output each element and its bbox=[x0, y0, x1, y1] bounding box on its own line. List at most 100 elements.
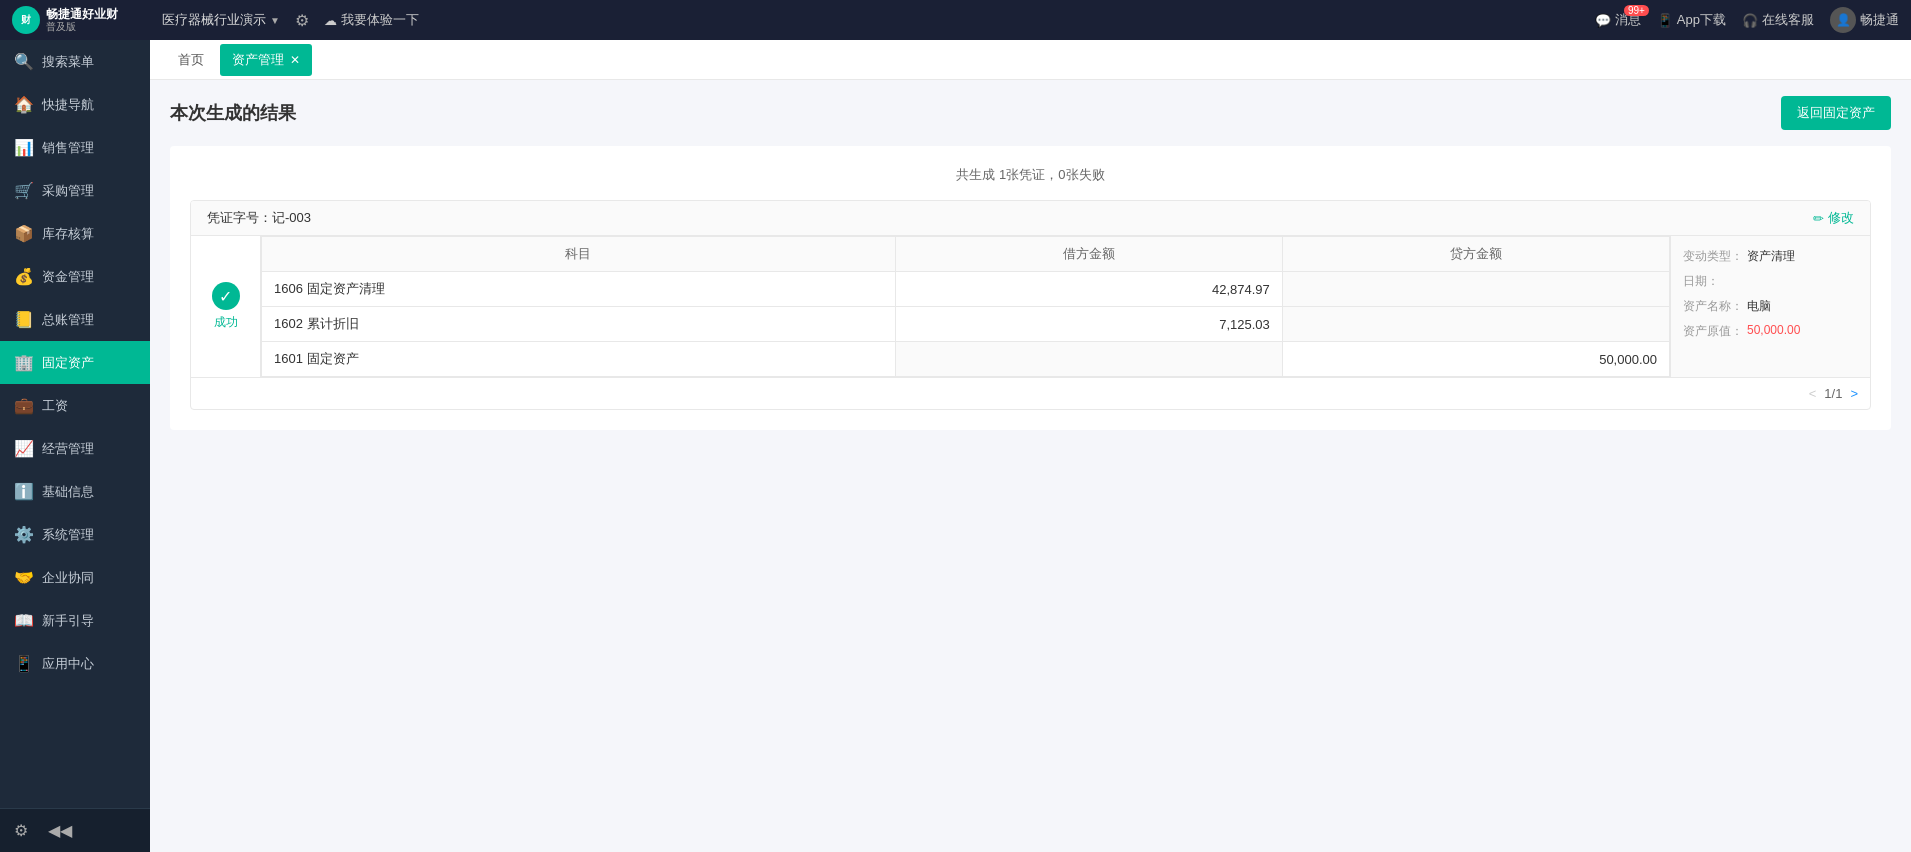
sidebar-label-purchase: 采购管理 bbox=[42, 182, 94, 200]
credit-1 bbox=[1282, 272, 1669, 307]
sidebar-label-quicknav: 快捷导航 bbox=[42, 96, 94, 114]
success-icon: ✓ bbox=[212, 282, 240, 310]
sidebar-item-search[interactable]: 🔍 搜索菜单 bbox=[0, 40, 150, 83]
header-right: 💬 消息 99+ 📱 App下载 🎧 在线客服 👤 畅捷通 bbox=[1595, 7, 1899, 33]
rp-original-value: 资产原值： 50,000.00 bbox=[1683, 323, 1858, 340]
rp-asset-name-value: 电脑 bbox=[1747, 298, 1771, 315]
sidebar-label-sales: 销售管理 bbox=[42, 139, 94, 157]
rp-asset-name-label: 资产名称： bbox=[1683, 298, 1743, 315]
search-icon: 🔍 bbox=[14, 52, 34, 71]
table-row: 1602 累计折旧 7,125.03 bbox=[262, 307, 1670, 342]
sidebar-item-guide[interactable]: 📖 新手引导 bbox=[0, 599, 150, 642]
sidebar-item-purchase[interactable]: 🛒 采购管理 bbox=[0, 169, 150, 212]
app-download-label: App下载 bbox=[1677, 11, 1726, 29]
table-row: 1601 固定资产 50,000.00 bbox=[262, 342, 1670, 377]
cloud-icon: ☁ bbox=[324, 13, 337, 28]
sidebar-settings-icon[interactable]: ⚙ bbox=[14, 821, 28, 840]
debit-3 bbox=[895, 342, 1282, 377]
company-selector[interactable]: 医疗器械行业演示 ▼ bbox=[162, 11, 280, 29]
sidebar-label-app-center: 应用中心 bbox=[42, 655, 94, 673]
customer-service-label: 在线客服 bbox=[1762, 11, 1814, 29]
user-profile[interactable]: 👤 畅捷通 bbox=[1830, 7, 1899, 33]
purchase-icon: 🛒 bbox=[14, 181, 34, 200]
sidebar-item-basic-info[interactable]: ℹ️ 基础信息 bbox=[0, 470, 150, 513]
sidebar-label-finance: 资金管理 bbox=[42, 268, 94, 286]
sidebar-label-enterprise: 企业协同 bbox=[42, 569, 94, 587]
sidebar-label-fixed-assets: 固定资产 bbox=[42, 354, 94, 372]
user-label: 畅捷通 bbox=[1860, 11, 1899, 29]
ledger-icon: 📒 bbox=[14, 310, 34, 329]
customer-service-button[interactable]: 🎧 在线客服 bbox=[1742, 11, 1814, 29]
sidebar-item-finance[interactable]: 💰 资金管理 bbox=[0, 255, 150, 298]
sidebar-item-inventory[interactable]: 📦 库存核算 bbox=[0, 212, 150, 255]
chevron-down-icon: ▼ bbox=[270, 15, 280, 26]
sidebar-scroll: 🔍 搜索菜单 🏠 快捷导航 📊 销售管理 🛒 采购管理 📦 库存核算 💰 bbox=[0, 40, 150, 808]
avatar: 👤 bbox=[1830, 7, 1856, 33]
sidebar-item-operations[interactable]: 📈 经营管理 bbox=[0, 427, 150, 470]
tab-close-icon[interactable]: ✕ bbox=[290, 53, 300, 67]
tab-home[interactable]: 首页 bbox=[166, 44, 216, 76]
credit-2 bbox=[1282, 307, 1669, 342]
guide-icon: 📖 bbox=[14, 611, 34, 630]
credit-3: 50,000.00 bbox=[1282, 342, 1669, 377]
logo-subtitle: 普及版 bbox=[46, 21, 118, 33]
enterprise-icon: 🤝 bbox=[14, 568, 34, 587]
rp-date-label: 日期： bbox=[1683, 273, 1719, 290]
edit-button[interactable]: ✏ 修改 bbox=[1813, 209, 1854, 227]
sidebar-item-fixed-assets[interactable]: 🏢 固定资产 bbox=[0, 341, 150, 384]
result-card: 共生成 1张凭证，0张失败 凭证字号：记-003 ✏ 修改 bbox=[170, 146, 1891, 430]
settings-icon[interactable]: ⚙ bbox=[288, 6, 316, 34]
sidebar-item-payroll[interactable]: 💼 工资 bbox=[0, 384, 150, 427]
sidebar-label-guide: 新手引导 bbox=[42, 612, 94, 630]
result-summary: 共生成 1张凭证，0张失败 bbox=[190, 166, 1871, 184]
home-icon: 🏠 bbox=[14, 95, 34, 114]
sidebar-item-app-center[interactable]: 📱 应用中心 bbox=[0, 642, 150, 685]
inventory-icon: 📦 bbox=[14, 224, 34, 243]
sidebar-item-sales[interactable]: 📊 销售管理 bbox=[0, 126, 150, 169]
sidebar-item-system[interactable]: ⚙️ 系统管理 bbox=[0, 513, 150, 556]
rp-original-value-value: 50,000.00 bbox=[1747, 323, 1800, 337]
rp-original-value-label: 资产原值： bbox=[1683, 323, 1743, 340]
status-wrapper: ✓ 成功 bbox=[191, 236, 261, 377]
company-name: 医疗器械行业演示 bbox=[162, 11, 266, 29]
prev-page-button[interactable]: < bbox=[1809, 386, 1817, 401]
content-area: 首页 资产管理 ✕ 本次生成的结果 返回固定资产 共生成 1张凭证，0张失败 凭… bbox=[150, 40, 1911, 852]
trial-label: 我要体验一下 bbox=[341, 11, 419, 29]
trial-button[interactable]: ☁ 我要体验一下 bbox=[324, 11, 419, 29]
page-title: 本次生成的结果 bbox=[170, 101, 296, 125]
next-page-button[interactable]: > bbox=[1850, 386, 1858, 401]
tab-asset-label: 资产管理 bbox=[232, 51, 284, 69]
top-header: 财 畅捷通好业财 普及版 医疗器械行业演示 ▼ ⚙ ☁ 我要体验一下 💬 消息 … bbox=[0, 0, 1911, 40]
sidebar: 🔍 搜索菜单 🏠 快捷导航 📊 销售管理 🛒 采购管理 📦 库存核算 💰 bbox=[0, 40, 150, 852]
col-credit: 贷方金额 bbox=[1282, 237, 1669, 272]
operations-icon: 📈 bbox=[14, 439, 34, 458]
return-button[interactable]: 返回固定资产 bbox=[1781, 96, 1891, 130]
sidebar-item-ledger[interactable]: 📒 总账管理 bbox=[0, 298, 150, 341]
sidebar-bottom: ⚙ ◀◀ bbox=[0, 808, 150, 852]
rp-change-type: 变动类型： 资产清理 bbox=[1683, 248, 1858, 265]
messages-button[interactable]: 💬 消息 99+ bbox=[1595, 11, 1641, 29]
subject-2: 1602 累计折旧 bbox=[262, 307, 896, 342]
subject-1: 1606 固定资产清理 bbox=[262, 272, 896, 307]
finance-icon: 💰 bbox=[14, 267, 34, 286]
tab-home-label: 首页 bbox=[178, 51, 204, 69]
page-content: 本次生成的结果 返回固定资产 共生成 1张凭证，0张失败 凭证字号：记-003 … bbox=[150, 80, 1911, 852]
message-icon: 💬 bbox=[1595, 13, 1611, 28]
sidebar-item-enterprise[interactable]: 🤝 企业协同 bbox=[0, 556, 150, 599]
subject-3: 1601 固定资产 bbox=[262, 342, 896, 377]
sidebar-item-quicknav[interactable]: 🏠 快捷导航 bbox=[0, 83, 150, 126]
edit-label: 修改 bbox=[1828, 209, 1854, 227]
voucher-table: 科目 借方金额 贷方金额 1606 固定资产清理 42,874.97 bbox=[261, 236, 1670, 377]
sidebar-collapse-icon[interactable]: ◀◀ bbox=[48, 821, 72, 840]
sidebar-label-operations: 经营管理 bbox=[42, 440, 94, 458]
table-row: 1606 固定资产清理 42,874.97 bbox=[262, 272, 1670, 307]
rp-date: 日期： bbox=[1683, 273, 1858, 290]
right-panel: 变动类型： 资产清理 日期： 资产名称： 电脑 bbox=[1670, 236, 1870, 377]
headset-icon: 🎧 bbox=[1742, 13, 1758, 28]
logo-icon: 财 bbox=[12, 6, 40, 34]
app-download-button[interactable]: 📱 App下载 bbox=[1657, 11, 1726, 29]
tab-asset-management[interactable]: 资产管理 ✕ bbox=[220, 44, 312, 76]
fixed-assets-icon: 🏢 bbox=[14, 353, 34, 372]
main-layout: 🔍 搜索菜单 🏠 快捷导航 📊 销售管理 🛒 采购管理 📦 库存核算 💰 bbox=[0, 40, 1911, 852]
col-subject: 科目 bbox=[262, 237, 896, 272]
